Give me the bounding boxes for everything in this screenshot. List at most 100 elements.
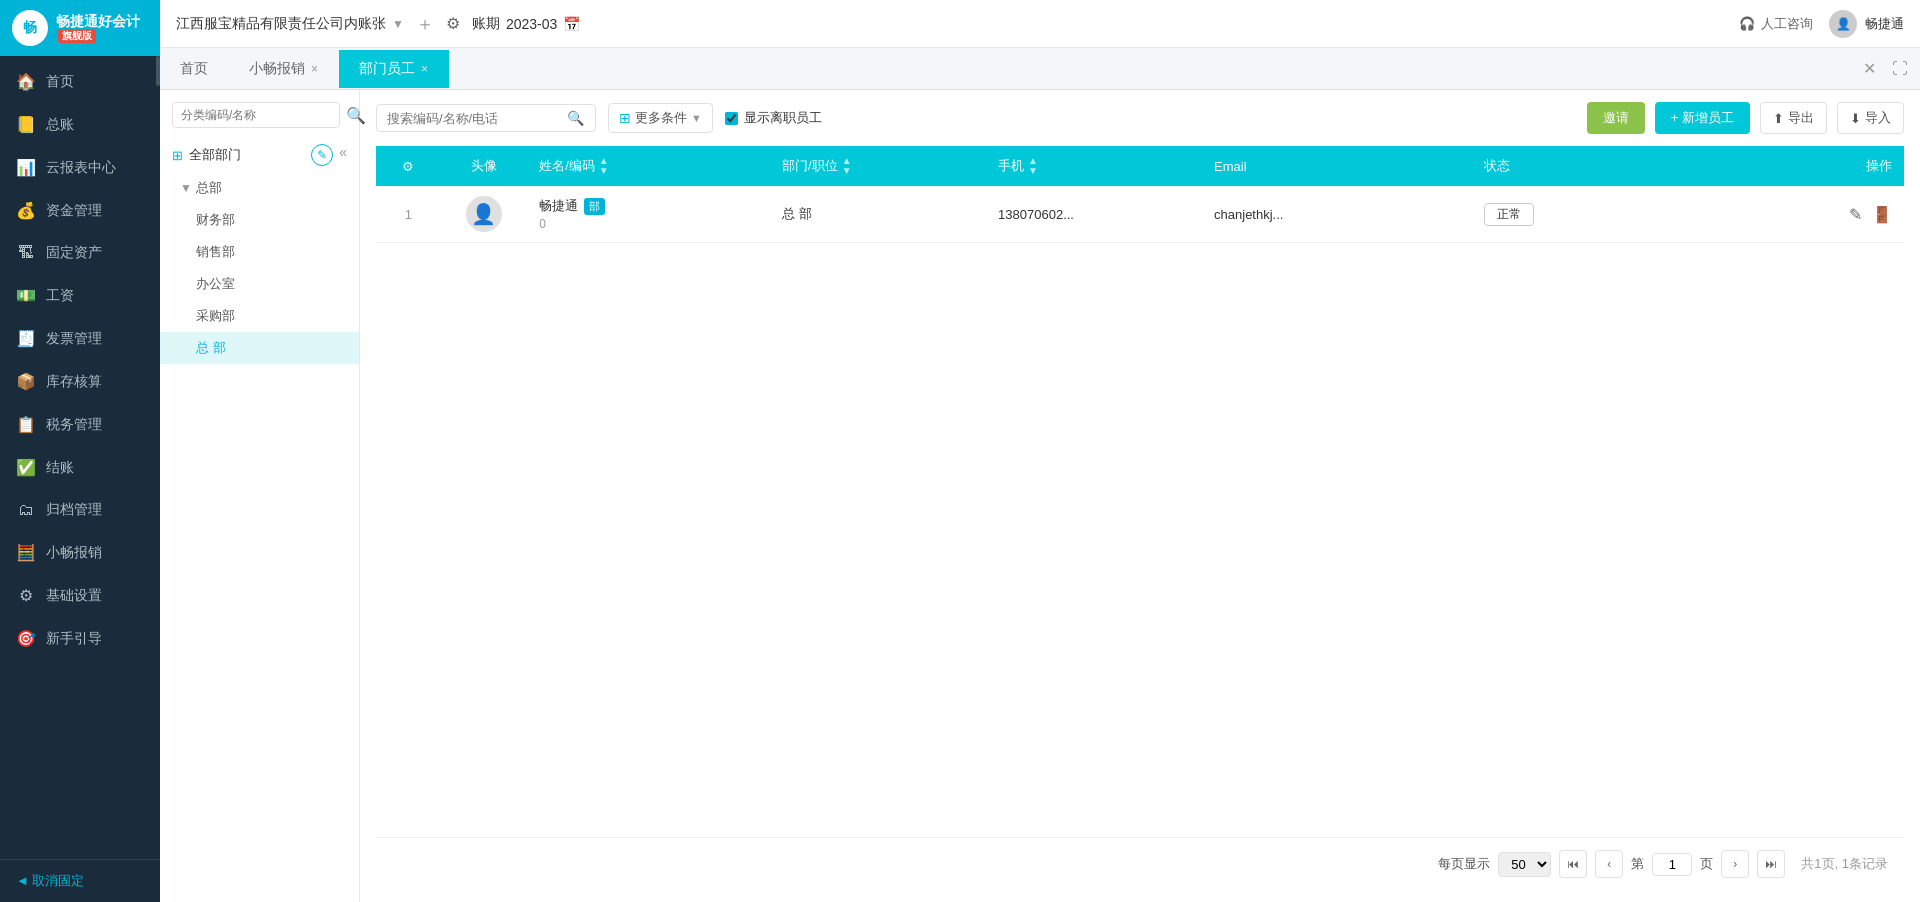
dept-tree-item-purchase[interactable]: 采购部 [160, 300, 359, 332]
general-ledger-icon: 📒 [16, 115, 36, 134]
sidebar-item-basic-settings[interactable]: ⚙ 基础设置 [0, 574, 160, 617]
filter-label: 更多条件 [635, 109, 687, 127]
filter-arrow-icon: ▼ [691, 112, 702, 124]
col-phone[interactable]: 手机 ▲▼ [986, 146, 1202, 186]
dept-panel: 🔍 ⊞ 全部部门 ✎ « ▼ 总部 财务部 [160, 90, 360, 902]
col-actions: 操作 [1742, 146, 1904, 186]
sidebar-item-fixed-assets[interactable]: 🏗 固定资产 [0, 232, 160, 274]
employee-phone: 138070602... [998, 207, 1074, 222]
settings-col-icon: ⚙ [402, 159, 414, 174]
dept-tree-item-general[interactable]: 总 部 [160, 332, 359, 364]
next-page-button[interactable]: › [1721, 850, 1749, 878]
add-company-icon[interactable]: ＋ [416, 12, 434, 36]
logo-text-area: 畅捷通好会计 旗舰版 [56, 13, 140, 44]
sidebar-item-archive-mgmt[interactable]: 🗂 归档管理 [0, 489, 160, 531]
maximize-window-icon[interactable]: ⛶ [1888, 56, 1912, 82]
dept-header-actions: ✎ « [311, 144, 347, 166]
col-actions-label: 操作 [1866, 158, 1892, 173]
add-employee-button[interactable]: + 新增员工 [1655, 102, 1750, 134]
toolbar-right: 邀请 + 新增员工 ⬆ 导出 ⬇ 导入 [1587, 102, 1904, 134]
dept-collapse-icon[interactable]: « [339, 144, 347, 166]
period-selector[interactable]: 账期 2023-03 📅 [472, 15, 580, 33]
page-input[interactable] [1652, 853, 1692, 876]
sidebar-item-report-center[interactable]: 📊 云报表中心 [0, 146, 160, 189]
sidebar-item-basic-settings-label: 基础设置 [46, 587, 102, 605]
last-page-button[interactable]: ⏭ [1757, 850, 1785, 878]
dept-tree-item-root[interactable]: ▼ 总部 [160, 172, 359, 204]
table-body: 1 👤 畅捷通 部 0 [376, 186, 1904, 243]
dept-tree-item-finance[interactable]: 财务部 [160, 204, 359, 236]
user-name: 畅捷通 [1865, 15, 1904, 33]
sidebar-item-report-center-label: 云报表中心 [46, 159, 116, 177]
sidebar-item-archive-mgmt-label: 归档管理 [46, 501, 102, 519]
sidebar-item-invoice-mgmt[interactable]: 🧾 发票管理 [0, 317, 160, 360]
sidebar-item-payroll[interactable]: 💵 工资 [0, 274, 160, 317]
import-button[interactable]: ⬇ 导入 [1837, 102, 1904, 134]
prev-page-button[interactable]: ‹ [1595, 850, 1623, 878]
table-header: ⚙ 头像 姓名/编码 ▲▼ [376, 146, 1904, 186]
dept-all-header: ⊞ 全部部门 ✎ « [160, 138, 359, 172]
sidebar-item-home[interactable]: 🏠 首页 [0, 60, 160, 103]
col-avatar-label: 头像 [471, 158, 497, 173]
col-settings[interactable]: ⚙ [376, 146, 441, 186]
dept-grid-icon: ⊞ [172, 148, 183, 163]
table-row: 1 👤 畅捷通 部 0 [376, 186, 1904, 243]
edit-button[interactable]: ✎ [1849, 205, 1862, 224]
tab-dept-employee[interactable]: 部门员工 × [339, 50, 449, 88]
service-label: 人工咨询 [1761, 15, 1813, 33]
dept-tree-item-office[interactable]: 办公室 [160, 268, 359, 300]
dept-tree-office-label: 办公室 [196, 275, 235, 293]
col-status: 状态 [1472, 146, 1742, 186]
cancel-pin-label: ◄ 取消固定 [16, 872, 84, 890]
col-email-label: Email [1214, 159, 1247, 174]
sidebar-item-tax-mgmt[interactable]: 📋 税务管理 [0, 403, 160, 446]
show-resigned-input[interactable] [725, 112, 738, 125]
cancel-pin-button[interactable]: ◄ 取消固定 [0, 859, 160, 902]
tab-xiaochange-close-icon[interactable]: × [311, 62, 318, 76]
sidebar-item-xiaochange-expense[interactable]: 🧮 小畅报销 [0, 531, 160, 574]
search-icon[interactable]: 🔍 [567, 110, 584, 126]
company-selector[interactable]: 江西服宝精品有限责任公司内账张 ▼ [176, 15, 404, 33]
sidebar-item-inventory[interactable]: 📦 库存核算 [0, 360, 160, 403]
tab-dept-employee-close-icon[interactable]: × [421, 62, 428, 76]
sidebar-item-closing[interactable]: ✅ 结账 [0, 446, 160, 489]
home-icon: 🏠 [16, 72, 36, 91]
sidebar-item-fund-mgmt[interactable]: 💰 资金管理 [0, 189, 160, 232]
delete-button[interactable]: 🚪 [1872, 205, 1892, 224]
settings-icon[interactable]: ⚙ [446, 14, 460, 33]
toolbar: 🔍 ⊞ 更多条件 ▼ 显示离职员工 邀请 + 新增员工 ⬆ 导出 [376, 102, 1904, 134]
page-label: 页 [1700, 855, 1713, 873]
col-name-code[interactable]: 姓名/编码 ▲▼ [527, 146, 770, 186]
employee-table: ⚙ 头像 姓名/编码 ▲▼ [376, 146, 1904, 243]
sidebar-item-new-guide[interactable]: 🎯 新手引导 [0, 617, 160, 660]
tab-xiaochange[interactable]: 小畅报销 × [229, 50, 339, 88]
show-resigned-checkbox[interactable]: 显示离职员工 [725, 109, 822, 127]
col-dept-position-label: 部门/职位 [782, 157, 838, 175]
tab-home[interactable]: 首页 [160, 50, 229, 88]
fixed-assets-icon: 🏗 [16, 244, 36, 262]
close-window-icon[interactable]: ✕ [1859, 55, 1880, 82]
sidebar-item-xiaochange-expense-label: 小畅报销 [46, 544, 102, 562]
search-input[interactable] [387, 111, 567, 126]
calendar-icon: 📅 [563, 16, 580, 32]
employee-avatar: 👤 [466, 196, 502, 232]
import-icon: ⬇ [1850, 111, 1861, 126]
dept-search-input[interactable] [172, 102, 340, 128]
cell-actions: ✎ 🚪 [1742, 186, 1904, 243]
user-menu[interactable]: 👤 畅捷通 [1829, 10, 1904, 38]
dept-edit-icon[interactable]: ✎ [311, 144, 333, 166]
sidebar-item-general-ledger[interactable]: 📒 总账 [0, 103, 160, 146]
tab-dept-employee-label: 部门员工 [359, 60, 415, 78]
sidebar-scrollbar[interactable] [156, 56, 160, 86]
dept-tree-item-sales[interactable]: 销售部 [160, 236, 359, 268]
col-dept-position[interactable]: 部门/职位 ▲▼ [770, 146, 986, 186]
first-page-button[interactable]: ⏮ [1559, 850, 1587, 878]
tax-mgmt-icon: 📋 [16, 415, 36, 434]
more-filter-button[interactable]: ⊞ 更多条件 ▼ [608, 103, 713, 133]
export-button[interactable]: ⬆ 导出 [1760, 102, 1827, 134]
invite-button[interactable]: 邀请 [1587, 102, 1645, 134]
dept-badge: 部 [584, 198, 605, 215]
per-page-select[interactable]: 50 [1498, 852, 1551, 877]
service-button[interactable]: 🎧 人工咨询 [1739, 15, 1813, 33]
total-info: 共1页, 1条记录 [1801, 855, 1888, 873]
